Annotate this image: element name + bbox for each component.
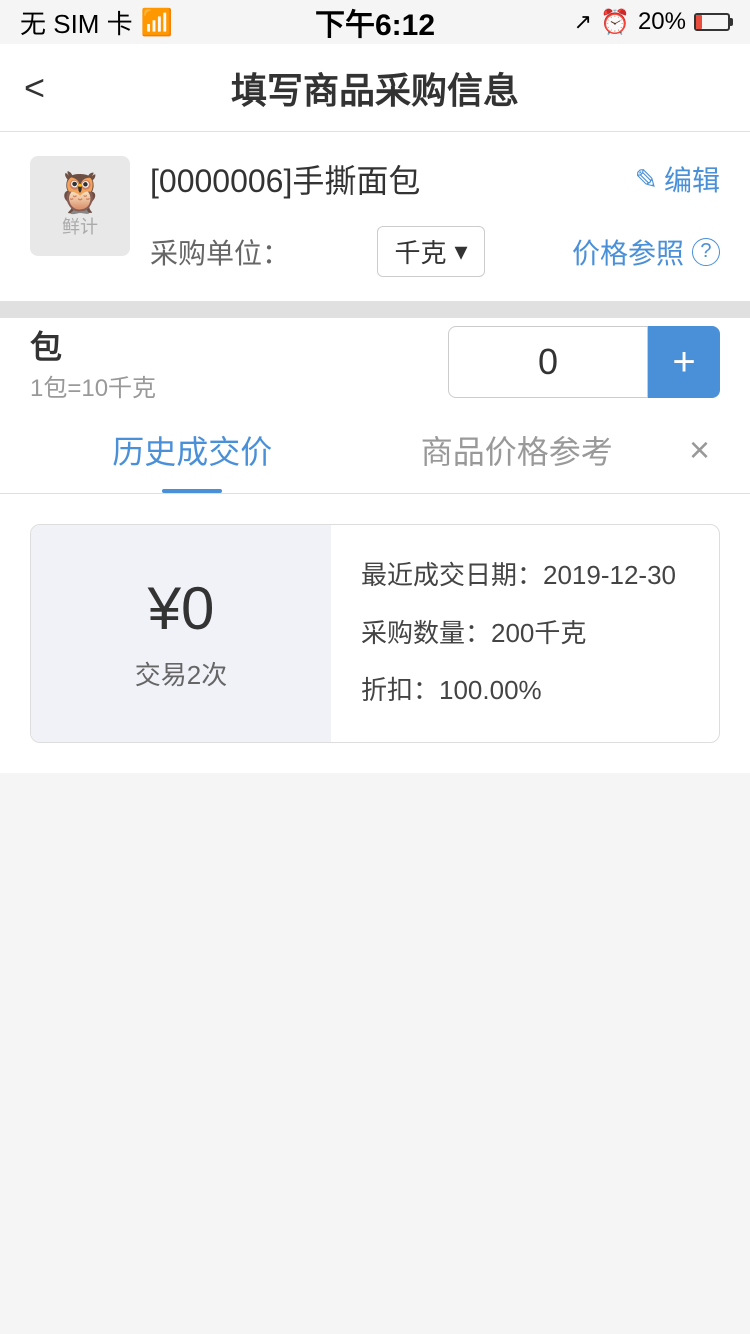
close-panel-button[interactable]: × [679, 429, 720, 471]
tab-active-indicator [162, 489, 222, 493]
recent-date-label: 最近成交日期： [361, 560, 543, 590]
price-card-right: 最近成交日期：2019-12-30 采购数量：200千克 折扣：100.00% [331, 525, 719, 742]
nav-bar: < 填写商品采购信息 [0, 44, 750, 132]
sim-label: 无 SIM 卡 [20, 4, 133, 41]
quantity-controls: + [448, 326, 720, 398]
wifi-icon: 📶 [141, 7, 173, 38]
quantity-conversion: 1包=10千克 [30, 368, 156, 403]
plus-icon: + [672, 340, 695, 385]
quantity-unit-label: 包 [30, 322, 156, 368]
edit-icon: ✎ [635, 163, 658, 196]
price-display: ¥0 [148, 574, 215, 643]
section-divider [0, 302, 750, 318]
quantity-label-wrap: 包 1包=10千克 [30, 322, 156, 403]
status-left: 无 SIM 卡 📶 [20, 4, 173, 41]
discount-value: 100.00% [439, 675, 542, 705]
price-amount: 0 [181, 575, 214, 642]
back-icon: < [24, 67, 45, 108]
quantity-input[interactable] [448, 326, 648, 398]
unit-value: 千克 [394, 233, 446, 270]
price-card-left: ¥0 交易2次 [31, 525, 331, 742]
price-card: ¥0 交易2次 最近成交日期：2019-12-30 采购数量：200千克 折扣：… [30, 524, 720, 743]
quantity-plus-button[interactable]: + [648, 326, 720, 398]
status-right: ↗ ⏰ 20% [574, 8, 730, 37]
trade-count: 交易2次 [135, 655, 227, 692]
price-ref-button[interactable]: 价格参照 ? [572, 232, 720, 272]
edit-button[interactable]: ✎ 编辑 [635, 159, 720, 199]
recent-date-value: 2019-12-30 [543, 560, 676, 590]
tabs-container: 历史成交价 商品价格参考 × ¥0 交易2次 最近成交日期：2019-12-30 [0, 406, 750, 773]
battery-fill [696, 15, 702, 29]
battery-bar [694, 13, 730, 31]
product-info: [0000006]手撕面包 ✎ 编辑 采购单位： 千克 ▾ 价格参照 ? [150, 156, 720, 277]
dropdown-arrow-icon: ▾ [454, 236, 467, 267]
status-time: 下午6:12 [315, 0, 435, 44]
recent-date-row: 最近成交日期：2019-12-30 [361, 555, 689, 597]
product-card: 🦉 鲜计 [0000006]手撕面包 ✎ 编辑 采购单位： 千克 ▾ 价格参照 … [0, 132, 750, 302]
purchase-qty-label: 采购数量： [361, 618, 491, 648]
purchase-unit-row: 采购单位： 千克 ▾ 价格参照 ? [150, 226, 720, 277]
discount-label: 折扣： [361, 675, 439, 705]
tab-product-price-ref-label: 商品价格参考 [421, 427, 613, 473]
price-ref-label: 价格参照 [572, 232, 684, 272]
alarm-icon: ⏰ [600, 8, 630, 37]
purchase-unit-label: 采购单位： [150, 232, 290, 272]
page-title: 填写商品采购信息 [231, 62, 519, 114]
purchase-qty-value: 200千克 [491, 618, 586, 648]
tab-product-price-ref[interactable]: 商品价格参考 [354, 406, 678, 493]
back-button[interactable]: < [24, 67, 45, 109]
product-header: 🦉 鲜计 [0000006]手撕面包 ✎ 编辑 采购单位： 千克 ▾ 价格参照 … [30, 156, 720, 277]
currency-symbol: ¥ [148, 575, 181, 642]
edit-label: 编辑 [664, 159, 720, 199]
battery-percent: 20% [638, 8, 686, 36]
price-ref-help-icon: ? [692, 238, 720, 266]
purchase-qty-row: 采购数量：200千克 [361, 613, 689, 655]
discount-row: 折扣：100.00% [361, 670, 689, 712]
status-bar: 无 SIM 卡 📶 下午6:12 ↗ ⏰ 20% [0, 0, 750, 44]
product-name: [0000006]手撕面包 [150, 156, 420, 202]
tab-history-price-label: 历史成交价 [112, 427, 272, 473]
product-thumbnail: 🦉 鲜计 [30, 156, 130, 256]
location-icon: ↗ [574, 9, 592, 35]
quantity-row: 包 1包=10千克 + [0, 318, 750, 406]
tabs-header: 历史成交价 商品价格参考 × [0, 406, 750, 494]
close-icon: × [689, 429, 710, 470]
unit-select[interactable]: 千克 ▾ [377, 226, 484, 277]
tab-history-price[interactable]: 历史成交价 [30, 406, 354, 493]
product-name-row: [0000006]手撕面包 ✎ 编辑 [150, 156, 720, 202]
history-price-content: ¥0 交易2次 最近成交日期：2019-12-30 采购数量：200千克 折扣：… [0, 494, 750, 773]
product-logo-icon: 🦉 [55, 173, 105, 213]
